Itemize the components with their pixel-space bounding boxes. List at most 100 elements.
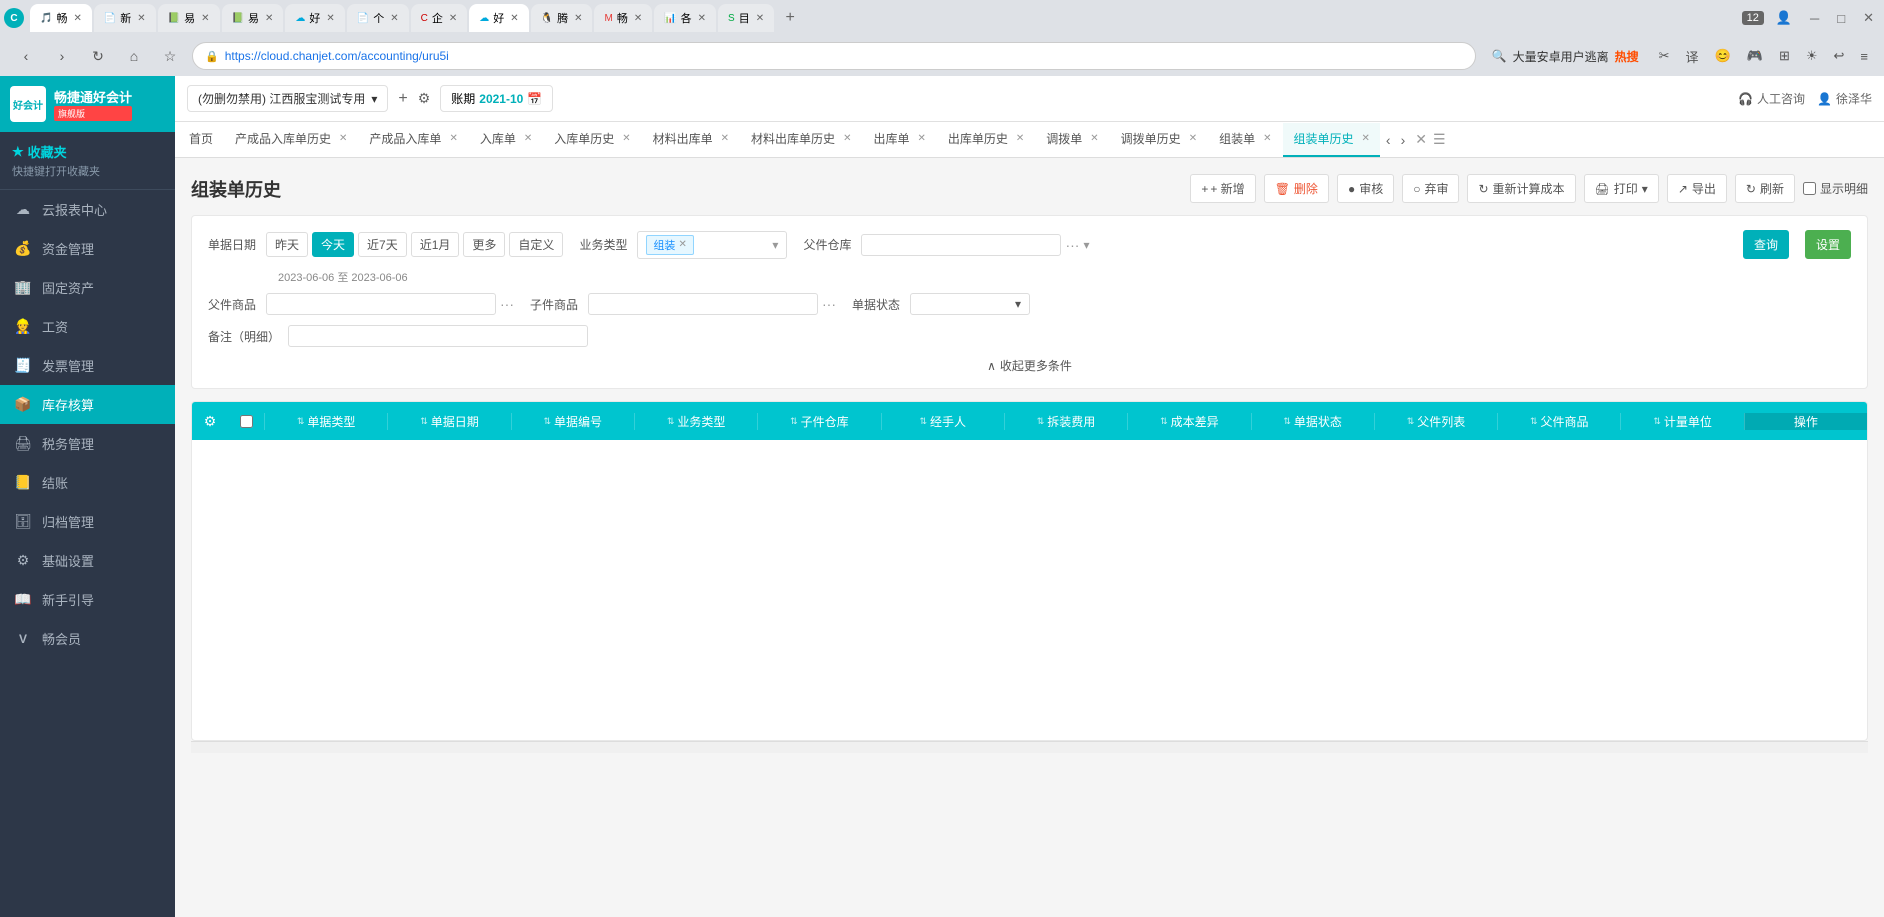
close-icon[interactable]: ✕	[698, 13, 706, 24]
home-button[interactable]: ⌂	[120, 42, 148, 70]
favorites-subtitle[interactable]: 快捷键打开收藏夹	[12, 163, 163, 179]
grid-icon[interactable]: ⊞	[1775, 46, 1794, 66]
sidebar-item-vip[interactable]: V 畅会员	[0, 619, 175, 658]
close-tab-icon[interactable]: ✕	[1263, 133, 1271, 144]
translate-icon[interactable]: 译	[1682, 45, 1703, 68]
emoji-icon[interactable]: 😊	[1711, 46, 1735, 66]
tab-teng[interactable]: 🐧 腾 ✕	[531, 4, 593, 32]
sidebar-item-cloud-reports[interactable]: ☁ 云报表中心	[0, 190, 175, 229]
th-unit[interactable]: ⇅ 计量单位	[1620, 413, 1743, 430]
close-icon[interactable]: ✕	[756, 13, 764, 24]
tab-next-arrow[interactable]: ›	[1397, 132, 1410, 148]
sidebar-item-guide[interactable]: 📖 新手引导	[0, 580, 175, 619]
biz-type-input[interactable]: 组装 ✕ ▾	[637, 231, 787, 259]
parent-product-more-icon[interactable]: ···	[500, 296, 514, 312]
close-icon[interactable]: ✕	[449, 13, 457, 24]
th-child-warehouse[interactable]: ⇅ 子件仓库	[757, 413, 880, 430]
column-settings-icon[interactable]: ⚙	[192, 413, 228, 430]
settings-icon[interactable]: ⚙	[418, 90, 431, 107]
close-icon[interactable]: ✕	[326, 13, 334, 24]
close-tab-icon[interactable]: ✕	[449, 133, 457, 144]
tab-yi2[interactable]: 📗 易 ✕	[222, 4, 284, 32]
sidebar-item-payroll[interactable]: 👷 工资	[0, 307, 175, 346]
tab-transfer[interactable]: 调拨单 ✕	[1036, 123, 1108, 157]
settings-button[interactable]: 设置	[1805, 230, 1851, 259]
7days-btn[interactable]: 近7天	[358, 232, 407, 257]
tab-assembly-history[interactable]: 组装单历史 ✕	[1283, 123, 1379, 157]
url-bar[interactable]: 🔒 https://cloud.chanjet.com/accounting/u…	[192, 42, 1476, 70]
th-doc-status[interactable]: ⇅ 单据状态	[1251, 413, 1374, 430]
select-all-input[interactable]	[240, 415, 253, 428]
th-disassembly-fee[interactable]: ⇅ 拆装费用	[1004, 413, 1127, 430]
display-detail-input[interactable]	[1803, 182, 1816, 195]
yesterday-btn[interactable]: 昨天	[266, 232, 308, 257]
close-button[interactable]: ✕	[1857, 8, 1880, 28]
gamepad-icon[interactable]: 🎮	[1743, 46, 1767, 66]
close-icon[interactable]: ✕	[574, 13, 582, 24]
reload-button[interactable]: ↻	[84, 42, 112, 70]
parent-product-input[interactable]	[266, 293, 496, 315]
query-button[interactable]: 查询	[1743, 230, 1789, 259]
th-doc-date[interactable]: ⇅ 单据日期	[387, 413, 510, 430]
user-profile-button[interactable]: 👤 徐泽华	[1817, 90, 1872, 107]
sidebar-item-settings[interactable]: ⚙ 基础设置	[0, 541, 175, 580]
parent-warehouse-dropdown[interactable]: ▾	[1083, 238, 1089, 252]
tab-assembly[interactable]: 组装单 ✕	[1209, 123, 1281, 157]
new-tab-button[interactable]: +	[776, 4, 804, 32]
sidebar-item-fund[interactable]: 💰 资金管理	[0, 229, 175, 268]
abandon-button[interactable]: ○ 弃审	[1402, 174, 1459, 203]
profile-icon[interactable]: 👤	[1770, 8, 1798, 28]
tab-ge2[interactable]: 📊 各 ✕	[654, 4, 716, 32]
sidebar-item-inventory[interactable]: 📦 库存核算	[0, 385, 175, 424]
close-tab-icon[interactable]: ✕	[1016, 133, 1024, 144]
sun-icon[interactable]: ☀	[1802, 46, 1822, 66]
close-icon[interactable]: ✕	[73, 13, 81, 24]
maximize-button[interactable]: □	[1831, 9, 1851, 28]
tab-ge[interactable]: 📄 个 ✕	[347, 4, 409, 32]
tab-stock-in-history[interactable]: 入库单历史 ✕	[544, 123, 640, 157]
child-product-more-icon[interactable]: ···	[822, 296, 836, 312]
tab-out-history[interactable]: 出库单历史 ✕	[938, 123, 1034, 157]
more-options-icon[interactable]: ···	[1065, 237, 1079, 253]
audit-button[interactable]: ● 审核	[1337, 174, 1394, 203]
history-icon[interactable]: ↩	[1830, 46, 1849, 66]
today-btn[interactable]: 今天	[312, 232, 354, 257]
tab-qi[interactable]: C 企 ✕	[411, 4, 468, 32]
add-company-icon[interactable]: +	[398, 90, 407, 108]
close-tab-icon[interactable]: ✕	[524, 133, 532, 144]
export-button[interactable]: ↗ 导出	[1667, 174, 1727, 203]
display-detail-checkbox[interactable]: 显示明细	[1803, 180, 1868, 197]
scissors-icon[interactable]: ✂	[1655, 46, 1674, 66]
forward-button[interactable]: ›	[48, 42, 76, 70]
bookmark-button[interactable]: ☆	[156, 42, 184, 70]
company-selector[interactable]: (勿删勿禁用) 江西服宝测试专用 ▾	[187, 85, 388, 112]
close-tab-icon[interactable]: ✕	[721, 133, 729, 144]
tab-hao1[interactable]: ☁ 好 ✕	[285, 4, 344, 32]
close-tab-icon[interactable]: ✕	[1189, 133, 1197, 144]
th-biz-type[interactable]: ⇅ 业务类型	[634, 413, 757, 430]
tab-prev-arrow[interactable]: ‹	[1382, 132, 1395, 148]
more-date-btn[interactable]: 更多	[463, 232, 505, 257]
close-icon[interactable]: ✕	[390, 13, 398, 24]
close-tab-icon[interactable]: ✕	[917, 133, 925, 144]
close-all-tabs-icon[interactable]: ✕	[1415, 131, 1427, 148]
print-button[interactable]: 🖨 打印 ▾	[1584, 174, 1659, 203]
tab-yi1[interactable]: 📗 易 ✕	[158, 4, 220, 32]
th-parent-list[interactable]: ⇅ 父件列表	[1374, 413, 1497, 430]
th-handler[interactable]: ⇅ 经手人	[881, 413, 1004, 430]
th-cost-diff[interactable]: ⇅ 成本差异	[1127, 413, 1250, 430]
tab-menu-icon[interactable]: ☰	[1433, 131, 1446, 148]
order-status-dropdown[interactable]: ▾	[910, 293, 1030, 315]
tab-chang[interactable]: M 畅 ✕	[594, 4, 652, 32]
notes-input[interactable]	[288, 325, 588, 347]
close-icon[interactable]: ✕	[201, 13, 209, 24]
tab-product-in[interactable]: 产成品入库单 ✕	[359, 123, 467, 157]
horizontal-scrollbar[interactable]	[191, 741, 1868, 753]
close-tab-icon[interactable]: ✕	[339, 133, 347, 144]
sidebar-item-invoice[interactable]: 🧾 发票管理	[0, 346, 175, 385]
tab-stock-in[interactable]: 入库单 ✕	[470, 123, 542, 157]
menu-icon[interactable]: ≡	[1856, 47, 1872, 66]
period-selector[interactable]: 账期 2021-10 📅	[440, 85, 553, 112]
minimize-button[interactable]: ─	[1804, 9, 1825, 28]
collapse-filter-button[interactable]: ∧ 收起更多条件	[208, 357, 1851, 374]
